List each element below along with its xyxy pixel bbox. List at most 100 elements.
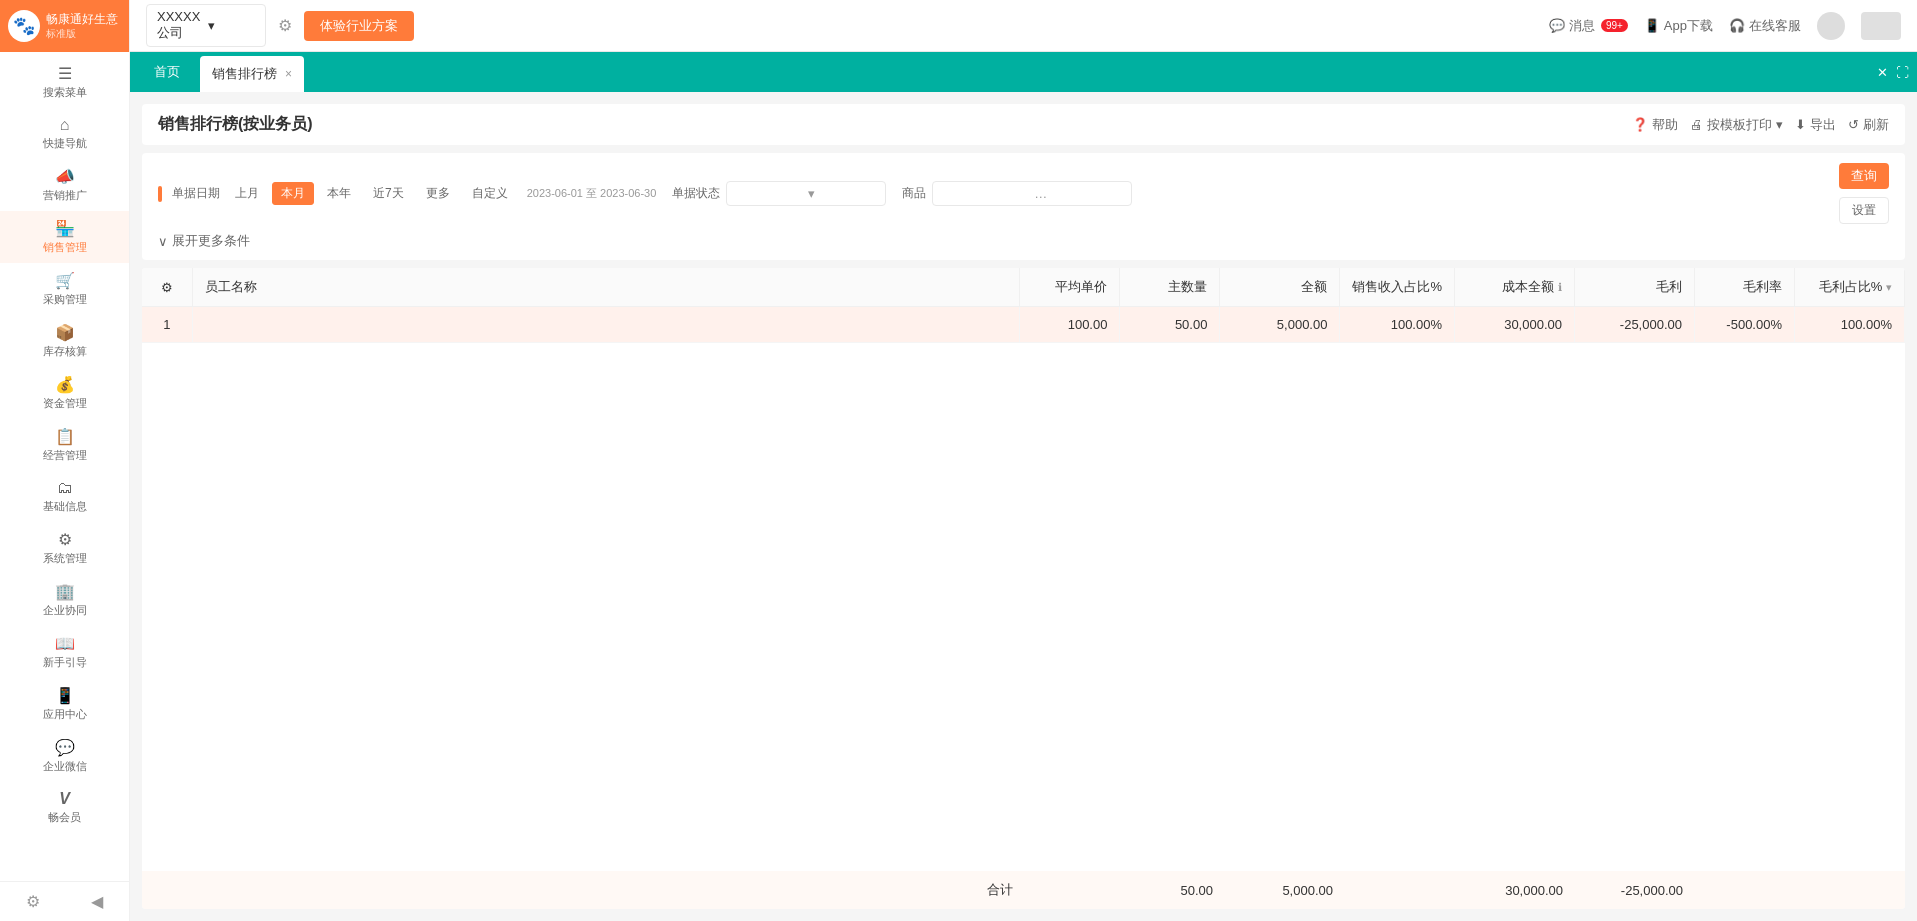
sidebar-item-operations-label: 经营管理: [43, 448, 87, 463]
total-row: 合计 50.00 5,000.00 30,000.00 -25,000.00: [142, 871, 1905, 909]
status-select[interactable]: ▾: [726, 181, 886, 206]
topbar: XXXXX公司 ▾ ⚙ 体验行业方案 💬 消息 99+ 📱 App下载 🎧 在线…: [130, 0, 1917, 52]
print-chevron-icon: ▾: [1776, 117, 1783, 132]
logo-icon: 🐾: [8, 10, 40, 42]
settings-icon[interactable]: ⚙: [278, 16, 292, 35]
total-rate-empty: [1695, 871, 1795, 909]
sidebar-item-guide[interactable]: 📖 新手引导: [0, 626, 129, 678]
col-header-profit-pct: 毛利占比% ▾: [1795, 268, 1905, 307]
help-button[interactable]: ❓ 帮助: [1632, 116, 1678, 134]
date-btn-this-year[interactable]: 本年: [318, 182, 360, 205]
footer-settings-button[interactable]: ⚙: [26, 892, 40, 911]
sidebar-item-purchase-label: 采购管理: [43, 292, 87, 307]
sidebar-item-sales[interactable]: 🏪 销售管理: [0, 211, 129, 263]
date-filter-label: 单据日期: [172, 185, 220, 202]
sidebar-item-shortcut[interactable]: ⌂ 快捷导航: [0, 108, 129, 159]
online-service-action[interactable]: 🎧 在线客服: [1729, 17, 1801, 35]
col-header-settings[interactable]: ⚙: [142, 268, 192, 307]
cell-avg-price: 100.00: [1020, 307, 1120, 343]
cell-name: [192, 307, 1020, 343]
sidebar-item-search[interactable]: ☰ 搜索菜单: [0, 56, 129, 108]
cell-sales-pct: 100.00%: [1340, 307, 1455, 343]
sales-icon: 🏪: [55, 219, 75, 238]
sidebar-item-finance[interactable]: 💰 资金管理: [0, 367, 129, 419]
finance-icon: 💰: [55, 375, 75, 394]
sidebar-item-system[interactable]: ⚙ 系统管理: [0, 522, 129, 574]
content-area: 销售排行榜(按业务员) ❓ 帮助 🖨 按模板打印 ▾ ⬇ 导出 ↺ 刷新: [130, 92, 1917, 921]
expand-more-button[interactable]: ∨ 展开更多条件: [158, 232, 1889, 250]
cell-profit-rate: -500.00%: [1695, 307, 1795, 343]
sidebar-item-operations[interactable]: 📋 经营管理: [0, 419, 129, 471]
purchase-icon: 🛒: [55, 271, 75, 290]
goods-filter-label: 商品: [902, 185, 926, 202]
print-icon: 🖨: [1690, 117, 1703, 132]
logo-area: 🐾 畅康通好生意 标准版: [0, 0, 129, 52]
filter-row-1: 单据日期 上月 本月 本年 近7天 更多 自定义 2023-06-01 至 20…: [158, 163, 1889, 224]
settings-config-button[interactable]: 设置: [1839, 197, 1889, 224]
cell-profit-pct: 100.00%: [1795, 307, 1905, 343]
tab-sales-rank[interactable]: 销售排行榜 ×: [200, 56, 304, 92]
basics-icon: 🗂: [57, 479, 73, 497]
tab-close-button[interactable]: ×: [285, 67, 292, 81]
chevron-down-icon: ∨: [158, 234, 168, 249]
chevron-down-icon: ▾: [208, 18, 255, 33]
user-avatar[interactable]: [1817, 12, 1845, 40]
cell-total: 5,000.00: [1220, 307, 1340, 343]
status-filter-label: 单据状态: [672, 185, 720, 202]
wechat-icon: 💬: [55, 738, 75, 757]
total-profit: -25,000.00: [1575, 871, 1695, 909]
total-total: 5,000.00: [1225, 871, 1345, 909]
sidebar-item-wechat[interactable]: 💬 企业微信: [0, 730, 129, 782]
sidebar-item-enterprise[interactable]: 🏢 企业协同: [0, 574, 129, 626]
refresh-button[interactable]: ↺ 刷新: [1848, 116, 1889, 134]
topbar-right: 💬 消息 99+ 📱 App下载 🎧 在线客服: [1549, 12, 1901, 40]
tabbar: 首页 销售排行榜 × ✕ ⛶: [130, 52, 1917, 92]
col-header-avg-price: 平均单价: [1020, 268, 1120, 307]
apps-icon: 📱: [55, 686, 75, 705]
message-action[interactable]: 💬 消息 99+: [1549, 17, 1628, 35]
sidebar-item-basics[interactable]: 🗂 基础信息: [0, 471, 129, 522]
query-button[interactable]: 查询: [1839, 163, 1889, 189]
goods-select[interactable]: …: [932, 181, 1132, 206]
sidebar-item-inventory[interactable]: 📦 库存核算: [0, 315, 129, 367]
print-button[interactable]: 🖨 按模板打印 ▾: [1690, 116, 1783, 134]
tab-close-all-icon[interactable]: ✕: [1877, 65, 1888, 80]
sidebar-footer: ⚙ ◀: [0, 881, 129, 921]
cell-main-qty: 50.00: [1120, 307, 1220, 343]
date-btn-this-month[interactable]: 本月: [272, 182, 314, 205]
col-header-sales-pct: 销售收入占比%: [1340, 268, 1455, 307]
total-avg-empty: [1025, 871, 1125, 909]
sidebar-item-enterprise-label: 企业协同: [43, 603, 87, 618]
sidebar-item-apps[interactable]: 📱 应用中心: [0, 678, 129, 730]
export-icon: ⬇: [1795, 117, 1806, 132]
sidebar-item-member[interactable]: V 畅会员: [0, 782, 129, 833]
trial-button[interactable]: 体验行业方案: [304, 11, 414, 41]
cell-profit: -25,000.00: [1575, 307, 1695, 343]
date-btn-more[interactable]: 更多: [417, 182, 459, 205]
export-button[interactable]: ⬇ 导出: [1795, 116, 1836, 134]
date-options: 上月 本月 本年 近7天 更多 自定义: [226, 182, 517, 205]
sidebar-item-marketing[interactable]: 📣 营销推广: [0, 159, 129, 211]
sidebar-item-sales-label: 销售管理: [43, 240, 87, 255]
date-btn-custom[interactable]: 自定义: [463, 182, 517, 205]
date-range-text: 2023-06-01 至 2023-06-30: [527, 186, 657, 201]
logo-text-block: 畅康通好生意 标准版: [46, 11, 118, 42]
app-name: 畅康通好生意: [46, 11, 118, 28]
refresh-icon: ↺: [1848, 117, 1859, 132]
system-icon: ⚙: [58, 530, 72, 549]
filter-expand-area: ∨ 展开更多条件: [158, 232, 1889, 250]
date-btn-7days[interactable]: 近7天: [364, 182, 413, 205]
company-selector[interactable]: XXXXX公司 ▾: [146, 4, 266, 47]
app-download-action[interactable]: 📱 App下载: [1644, 17, 1713, 35]
tab-home[interactable]: 首页: [138, 52, 196, 92]
total-main-qty: 50.00: [1125, 871, 1225, 909]
filter-area: 单据日期 上月 本月 本年 近7天 更多 自定义 2023-06-01 至 20…: [142, 153, 1905, 260]
date-btn-last-month[interactable]: 上月: [226, 182, 268, 205]
mobile-icon: 📱: [1644, 18, 1660, 33]
footer-collapse-button[interactable]: ◀: [91, 892, 103, 911]
tab-home-label: 首页: [154, 63, 180, 81]
date-filter: 单据日期 上月 本月 本年 近7天 更多 自定义 2023-06-01 至 20…: [158, 182, 656, 205]
tab-expand-icon[interactable]: ⛶: [1896, 65, 1909, 80]
data-table-container: ⚙ 员工名称 平均单价 主数量 全额 销售收入占比% 成本全额 ℹ 毛利 毛利率…: [142, 268, 1905, 909]
sidebar-item-purchase[interactable]: 🛒 采购管理: [0, 263, 129, 315]
